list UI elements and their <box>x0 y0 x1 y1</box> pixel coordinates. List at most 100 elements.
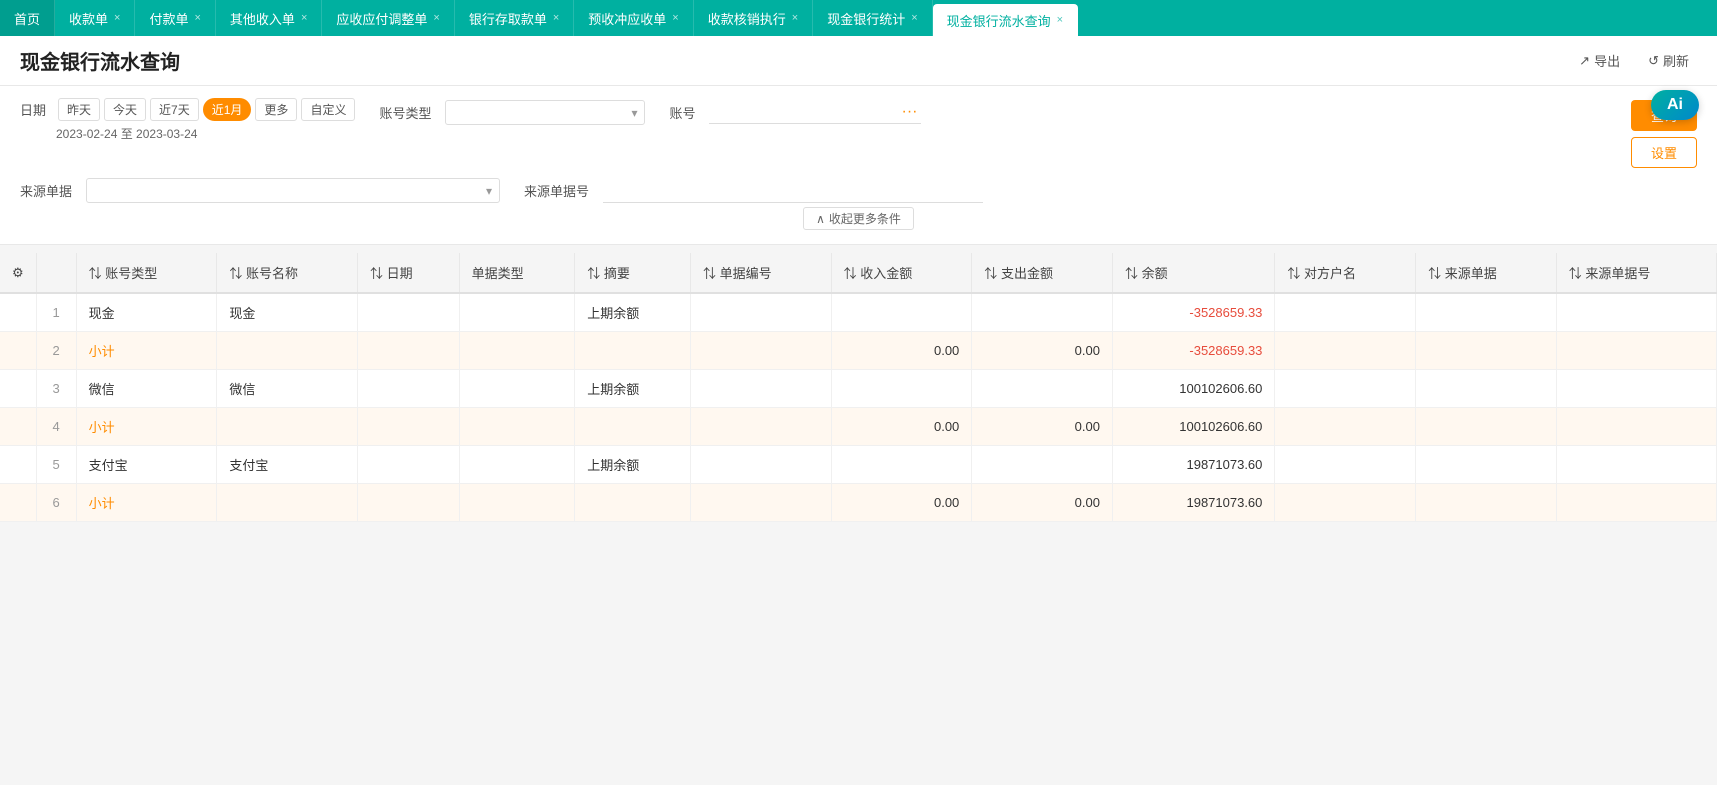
col-source-doc-num[interactable]: ⇅ 来源单据号 <box>1556 253 1716 293</box>
table-row: 6 小计 0.00 0.00 19871073.60 <box>0 484 1717 522</box>
row-date <box>358 370 460 408</box>
row-account-type: 现金 <box>76 293 217 332</box>
close-other-income-icon[interactable]: × <box>301 12 307 24</box>
row-num: 3 <box>36 370 76 408</box>
row-gear <box>0 293 36 332</box>
date-label: 日期 <box>20 100 46 119</box>
row-date <box>358 293 460 332</box>
nav-advance[interactable]: 预收冲应收单 × <box>574 0 693 36</box>
collapse-row: ∧ 收起更多条件 <box>20 203 1697 236</box>
row-num: 1 <box>36 293 76 332</box>
row-counterpart <box>1275 484 1416 522</box>
row-account-name <box>217 484 358 522</box>
account-type-select[interactable] <box>445 100 645 125</box>
row-source-doc-num <box>1556 293 1716 332</box>
close-collection-icon[interactable]: × <box>792 12 798 24</box>
row-account-name: 微信 <box>217 370 358 408</box>
nav-bank-deposit[interactable]: 银行存取款单 × <box>455 0 574 36</box>
close-cash-flow-icon[interactable]: × <box>1057 14 1063 26</box>
nav-shoukuan[interactable]: 收款单 × <box>55 0 135 36</box>
nav-adjustment[interactable]: 应收应付调整单 × <box>322 0 454 36</box>
col-doc-type: 单据类型 <box>459 253 575 293</box>
row-summary <box>575 408 691 446</box>
close-advance-icon[interactable]: × <box>672 12 678 24</box>
col-gear[interactable]: ⚙ <box>0 253 36 293</box>
close-fukuan-icon[interactable]: × <box>194 12 200 24</box>
row-expense <box>972 293 1113 332</box>
row-doc-type <box>459 408 575 446</box>
date-yesterday[interactable]: 昨天 <box>58 98 100 121</box>
filter-area: 日期 昨天 今天 近7天 近1月 更多 自定义 2023-02-24 至 202… <box>0 86 1717 245</box>
row-expense: 0.00 <box>972 408 1113 446</box>
top-nav: 首页 收款单 × 付款单 × 其他收入单 × 应收应付调整单 × 银行存取款单 … <box>0 0 1717 36</box>
col-account-type[interactable]: ⇅ 账号类型 <box>76 253 217 293</box>
nav-cash-flow[interactable]: 现金银行流水查询 × <box>933 4 1078 36</box>
row-income <box>831 446 972 484</box>
row-counterpart <box>1275 370 1416 408</box>
refresh-button[interactable]: ↺ 刷新 <box>1640 47 1697 74</box>
row-expense: 0.00 <box>972 332 1113 370</box>
col-expense[interactable]: ⇅ 支出金额 <box>972 253 1113 293</box>
export-icon: ↗ <box>1579 53 1590 69</box>
row-counterpart <box>1275 446 1416 484</box>
date-1month[interactable]: 近1月 <box>203 98 252 121</box>
account-type-label: 账号类型 <box>379 103 431 122</box>
row-expense <box>972 446 1113 484</box>
data-table: ⚙ ⇅ 账号类型 ⇅ 账号名称 ⇅ 日期 单据类型 ⇅ <box>0 253 1717 522</box>
row-expense <box>972 370 1113 408</box>
col-income[interactable]: ⇅ 收入金额 <box>831 253 972 293</box>
refresh-icon: ↺ <box>1648 53 1659 69</box>
table-row: 5 支付宝 支付宝 上期余额 19871073.60 <box>0 446 1717 484</box>
row-gear <box>0 408 36 446</box>
row-doc-num <box>690 446 831 484</box>
row-num: 5 <box>36 446 76 484</box>
col-date[interactable]: ⇅ 日期 <box>358 253 460 293</box>
col-summary[interactable]: ⇅ 摘要 <box>575 253 691 293</box>
source-doc-select[interactable] <box>86 178 500 203</box>
row-num: 4 <box>36 408 76 446</box>
col-num <box>36 253 76 293</box>
collapse-button[interactable]: ∧ 收起更多条件 <box>803 207 914 230</box>
date-today[interactable]: 今天 <box>104 98 146 121</box>
table-container: ⚙ ⇅ 账号类型 ⇅ 账号名称 ⇅ 日期 单据类型 ⇅ <box>0 253 1717 522</box>
nav-collection[interactable]: 收款核销执行 × <box>694 0 813 36</box>
row-date <box>358 446 460 484</box>
row-counterpart <box>1275 293 1416 332</box>
date-custom[interactable]: 自定义 <box>301 98 355 121</box>
source-doc-num-label: 来源单据号 <box>524 181 589 200</box>
row-doc-type <box>459 484 575 522</box>
close-adjustment-icon[interactable]: × <box>433 12 439 24</box>
nav-fukuan[interactable]: 付款单 × <box>135 0 215 36</box>
account-dots-button[interactable]: ··· <box>897 103 921 121</box>
row-balance: 100102606.60 <box>1112 408 1274 446</box>
row-expense: 0.00 <box>972 484 1113 522</box>
row-account-type: 小计 <box>76 408 217 446</box>
col-account-name[interactable]: ⇅ 账号名称 <box>217 253 358 293</box>
account-input[interactable] <box>709 100 897 123</box>
date-buttons: 昨天 今天 近7天 近1月 更多 自定义 <box>58 98 355 121</box>
nav-home[interactable]: 首页 <box>0 0 55 36</box>
row-gear <box>0 370 36 408</box>
date-range-display: 2023-02-24 至 2023-03-24 <box>56 127 197 141</box>
row-account-type: 支付宝 <box>76 446 217 484</box>
row-counterpart <box>1275 332 1416 370</box>
close-bank-deposit-icon[interactable]: × <box>553 12 559 24</box>
date-7days[interactable]: 近7天 <box>150 98 199 121</box>
col-counterpart[interactable]: ⇅ 对方户名 <box>1275 253 1416 293</box>
settings-button[interactable]: 设置 <box>1631 137 1697 168</box>
table-header-row: ⚙ ⇅ 账号类型 ⇅ 账号名称 ⇅ 日期 单据类型 ⇅ <box>0 253 1717 293</box>
row-date <box>358 484 460 522</box>
col-source-doc[interactable]: ⇅ 来源单据 <box>1416 253 1557 293</box>
nav-other-income[interactable]: 其他收入单 × <box>216 0 322 36</box>
row-source-doc <box>1416 408 1557 446</box>
ai-badge[interactable]: Ai <box>1651 90 1699 120</box>
close-shoukuan-icon[interactable]: × <box>114 12 120 24</box>
date-more[interactable]: 更多 <box>255 98 297 121</box>
source-doc-num-input[interactable] <box>603 179 983 203</box>
close-cash-stats-icon[interactable]: × <box>911 12 917 24</box>
export-button[interactable]: ↗ 导出 <box>1571 47 1628 74</box>
col-balance[interactable]: ⇅ 余额 <box>1112 253 1274 293</box>
nav-cash-stats[interactable]: 现金银行统计 × <box>813 0 932 36</box>
row-balance: 100102606.60 <box>1112 370 1274 408</box>
col-doc-num[interactable]: ⇅ 单据编号 <box>690 253 831 293</box>
